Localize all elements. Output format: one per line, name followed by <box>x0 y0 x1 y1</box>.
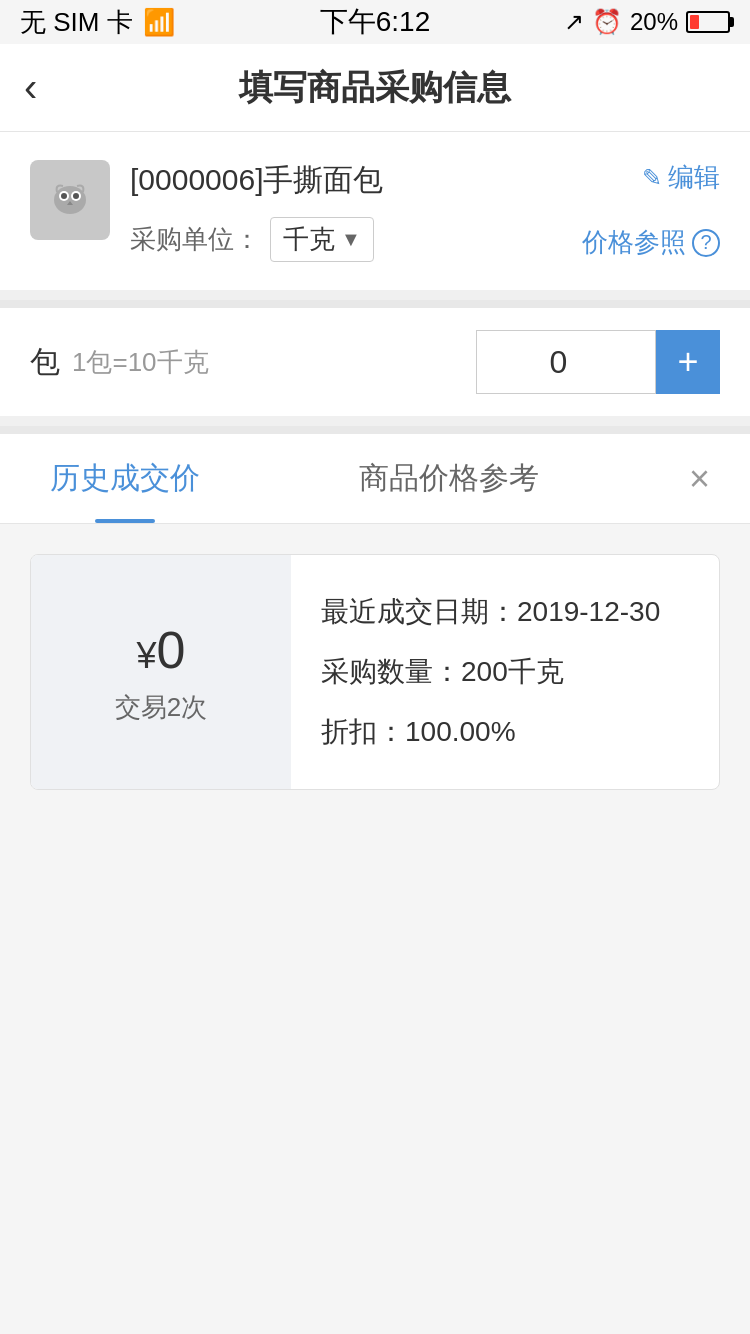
quantity-conversion: 1包=10千克 <box>72 345 209 380</box>
quantity-detail-value: 200千克 <box>461 656 564 687</box>
location-icon: ↗ <box>564 8 584 36</box>
quantity-input[interactable] <box>476 330 656 394</box>
quantity-plus-button[interactable]: + <box>656 330 720 394</box>
back-button[interactable]: ‹ <box>24 65 37 110</box>
tabs-section: 历史成交价 商品价格参考 × <box>0 434 750 524</box>
section-divider <box>0 300 750 308</box>
nav-bar: ‹ 填写商品采购信息 <box>0 44 750 132</box>
tab-history-price[interactable]: 历史成交价 <box>30 434 220 523</box>
product-name: [0000006]手撕面包 <box>130 160 383 201</box>
quantity-unit: 包 <box>30 342 60 383</box>
unit-select[interactable]: 千克 ▼ <box>270 217 374 262</box>
recent-date-value: 2019-12-30 <box>517 596 660 627</box>
no-sim-text: 无 SIM 卡 <box>20 5 133 40</box>
price-symbol: ¥ <box>137 635 157 676</box>
product-thumb-icon <box>45 172 95 229</box>
purchase-quantity: 采购数量：200千克 <box>321 651 689 693</box>
battery-icon <box>686 11 730 33</box>
tab-close-button[interactable]: × <box>679 448 720 510</box>
transaction-area: ¥0 交易2次 最近成交日期：2019-12-30 采购数量：200千克 折扣：… <box>0 524 750 1124</box>
discount-value: 100.00% <box>405 716 516 747</box>
unit-value: 千克 <box>283 222 335 257</box>
status-bar: 无 SIM 卡 📶 下午6:12 ↗ ⏰ 20% <box>0 0 750 44</box>
status-right: ↗ ⏰ 20% <box>564 8 730 36</box>
product-left: [0000006]手撕面包 采购单位： 千克 ▼ <box>30 160 383 262</box>
svg-point-4 <box>73 193 79 199</box>
transaction-count: 交易2次 <box>115 690 207 725</box>
recent-date-label: 最近成交日期： <box>321 596 517 627</box>
transaction-price: ¥0 <box>137 620 186 680</box>
status-time: 下午6:12 <box>320 3 431 41</box>
price-value: 0 <box>157 621 186 679</box>
quantity-left: 包 1包=10千克 <box>30 342 209 383</box>
transaction-summary: ¥0 交易2次 <box>31 555 291 789</box>
quantity-row: 包 1包=10千克 + <box>30 308 720 416</box>
tabs-header: 历史成交价 商品价格参考 × <box>0 434 750 523</box>
quantity-section: 包 1包=10千克 + <box>0 308 750 426</box>
alarm-icon: ⏰ <box>592 8 622 36</box>
product-logo <box>45 172 95 222</box>
product-info: [0000006]手撕面包 采购单位： 千克 ▼ <box>130 160 383 262</box>
price-ref-label: 价格参照 <box>582 225 686 260</box>
page-title: 填写商品采购信息 <box>239 65 511 111</box>
discount: 折扣：100.00% <box>321 711 689 753</box>
edit-button[interactable]: ✎ 编辑 <box>642 160 720 195</box>
unit-arrow-icon: ▼ <box>341 228 361 251</box>
recent-date: 最近成交日期：2019-12-30 <box>321 591 689 633</box>
transaction-card: ¥0 交易2次 最近成交日期：2019-12-30 采购数量：200千克 折扣：… <box>30 554 720 790</box>
status-carrier: 无 SIM 卡 📶 <box>20 5 175 40</box>
section-divider-2 <box>0 426 750 434</box>
transaction-details: 最近成交日期：2019-12-30 采购数量：200千克 折扣：100.00% <box>291 555 719 789</box>
battery-fill <box>690 15 699 29</box>
product-thumbnail <box>30 160 110 240</box>
edit-label: 编辑 <box>668 160 720 195</box>
edit-icon: ✎ <box>642 164 662 192</box>
help-icon: ? <box>692 229 720 257</box>
product-card: [0000006]手撕面包 采购单位： 千克 ▼ ✎ 编辑 价格参照 ? <box>0 132 750 300</box>
product-right: ✎ 编辑 价格参照 ? <box>582 160 720 260</box>
quantity-input-group: + <box>476 330 720 394</box>
discount-label: 折扣： <box>321 716 405 747</box>
tab-product-price-ref[interactable]: 商品价格参考 <box>339 434 559 523</box>
product-header: [0000006]手撕面包 采购单位： 千克 ▼ ✎ 编辑 价格参照 ? <box>30 160 720 262</box>
battery-percent: 20% <box>630 8 678 36</box>
quantity-detail-label: 采购数量： <box>321 656 461 687</box>
price-ref-button[interactable]: 价格参照 ? <box>582 225 720 260</box>
unit-label: 采购单位： <box>130 222 260 257</box>
product-unit-row: 采购单位： 千克 ▼ <box>130 217 383 262</box>
svg-point-3 <box>61 193 67 199</box>
wifi-icon: 📶 <box>143 7 175 38</box>
svg-point-0 <box>54 186 86 214</box>
